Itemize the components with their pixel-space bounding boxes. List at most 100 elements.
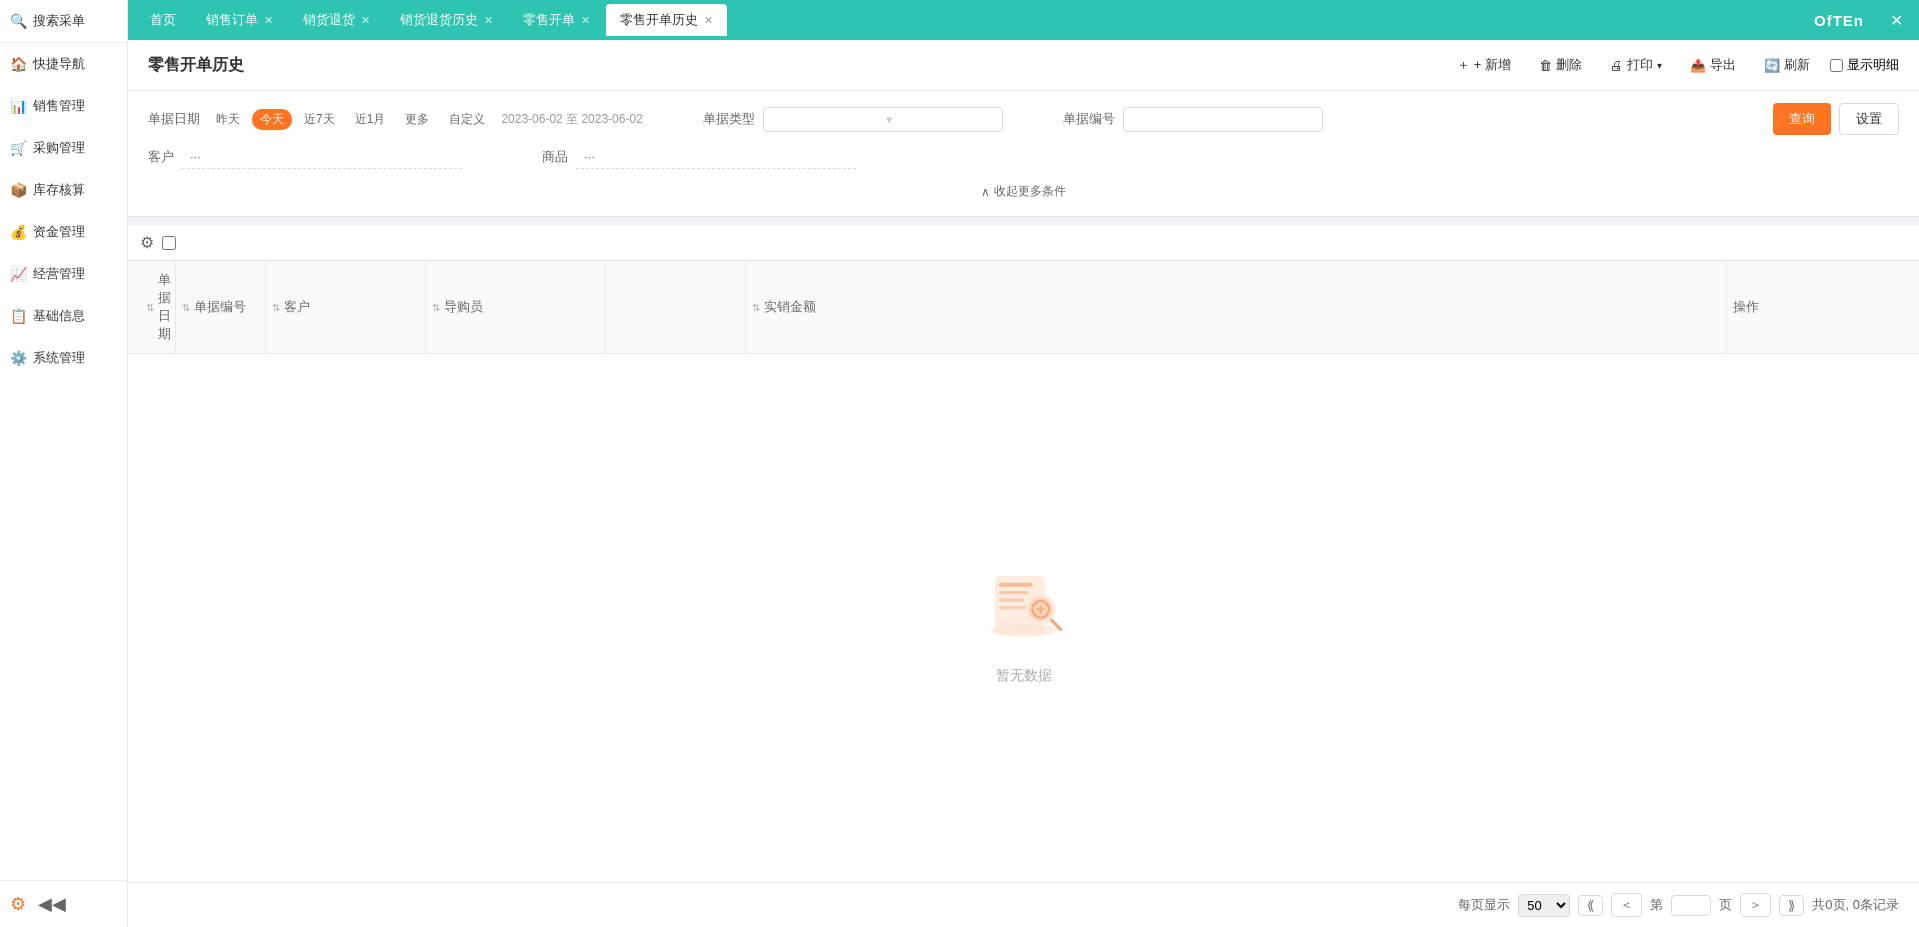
home-icon: 🏠 [10,56,27,72]
refresh-label: 刷新 [1784,56,1810,74]
total-records: 共0页, 0条记录 [1812,896,1899,914]
delete-icon: 🗑 [1539,58,1552,73]
sort-icon-date[interactable]: ⇅ [146,302,154,313]
tab-retail-open-close[interactable]: ✕ [581,14,590,27]
toolbar: ＋ + 新增 🗑 删除 🖨 打印 ▾ 📤 导出 🔄 [1449,52,1899,78]
sidebar-item-label: 快捷导航 [33,55,85,73]
sidebar-item-inventory[interactable]: 📦 库存核算 [0,169,127,211]
add-button[interactable]: ＋ + 新增 [1449,52,1519,78]
pagination: 每页显示 50 100 200 ⟪ ＜ 第 1 页 ＞ ⟫ 共0页, 0条记录 [128,882,1919,927]
last-page-button[interactable]: ⟫ [1779,895,1804,916]
sort-icon-salesperson[interactable]: ⇅ [432,302,440,313]
add-label: + 新增 [1474,56,1511,74]
display-detail-input[interactable] [1830,59,1843,72]
filter-date: 单据日期 昨天 今天 近7天 近1月 更多 自定义 2023-06-02 至 2… [148,109,643,130]
tab-sales-return-close[interactable]: ✕ [361,14,370,27]
th-amount: ⇅ 实销金额 [746,261,1727,353]
svg-rect-4 [999,599,1024,602]
date-btn-custom[interactable]: 自定义 [441,109,493,130]
th-salesperson: ⇅ 导购员 [426,261,606,353]
print-button[interactable]: 🖨 打印 ▾ [1602,52,1670,78]
date-btn-7days[interactable]: 近7天 [296,109,343,130]
query-button[interactable]: 查询 [1773,103,1831,135]
print-dropdown-icon: ▾ [1657,60,1662,71]
tab-retail-open-label: 零售开单 [523,11,575,29]
tab-sales-return[interactable]: 销货退货 ✕ [289,4,384,36]
collapse-sidebar-icon[interactable]: ◀◀ [38,893,66,915]
filter-number: 单据编号 [1063,107,1323,132]
next-page-button[interactable]: ＞ [1740,893,1771,917]
sidebar-item-finance[interactable]: 💰 资金管理 [0,211,127,253]
export-icon: 📤 [1690,58,1706,73]
operations-icon: 📈 [10,266,27,282]
sidebar-bottom: ⚙ ◀◀ [0,880,127,927]
page-number-input[interactable]: 1 [1671,895,1711,916]
th-action: 操作 [1727,261,1827,353]
sidebar-item-label: 销售管理 [33,97,85,115]
sidebar-item-sales-mgmt[interactable]: 📊 销售管理 [0,85,127,127]
display-detail-checkbox[interactable]: 显示明细 [1830,56,1899,74]
empty-state: 暂无数据 [128,354,1919,882]
customer-input[interactable] [182,145,462,169]
settings-button[interactable]: 设置 [1839,103,1899,135]
tab-sales-order[interactable]: 销售订单 ✕ [192,4,287,36]
sidebar-item-system-mgmt[interactable]: ⚙️ 系统管理 [0,337,127,379]
brand-label: OfTEn [1804,12,1874,29]
prev-page-button[interactable]: ＜ [1611,893,1642,917]
date-btn-1month[interactable]: 近1月 [347,109,394,130]
export-label: 导出 [1710,56,1736,74]
tab-home[interactable]: 首页 [136,4,190,36]
page-label: 第 [1650,896,1663,914]
sidebar-item-base-info[interactable]: 📋 基础信息 [0,295,127,337]
per-page-select[interactable]: 50 100 200 [1518,894,1570,917]
sidebar-item-label: 基础信息 [33,307,85,325]
filter-row-2: 客户 商品 [148,145,1899,169]
sort-icon-customer[interactable]: ⇅ [272,302,280,313]
tab-retail-open-history-close[interactable]: ✕ [704,14,713,27]
sidebar-item-operations[interactable]: 📈 经营管理 [0,253,127,295]
date-btn-yesterday[interactable]: 昨天 [208,109,248,130]
tab-retail-open-history-label: 零售开单历史 [620,11,698,29]
table-settings-icon[interactable]: ⚙ [140,233,154,252]
tab-sales-return-history[interactable]: 销货退货历史 ✕ [386,4,507,36]
export-button[interactable]: 📤 导出 [1682,52,1744,78]
sort-icon-number[interactable]: ⇅ [182,302,190,313]
filter-type: 单据类型 ▾ [703,107,1003,132]
cart-icon: 🛒 [10,140,27,156]
collapse-label: 收起更多条件 [994,183,1066,200]
collapse-button[interactable]: ∧ 收起更多条件 [969,179,1078,204]
date-btn-today[interactable]: 今天 [252,109,292,130]
sidebar-item-quick-nav[interactable]: 🏠 快捷导航 [0,43,127,85]
delete-button[interactable]: 🗑 删除 [1531,52,1590,78]
page-label-2: 页 [1719,896,1732,914]
customer-filter-label: 客户 [148,148,174,166]
search-icon: 🔍 [10,13,27,29]
type-filter-label: 单据类型 [703,110,755,128]
filter-area: 单据日期 昨天 今天 近7天 近1月 更多 自定义 2023-06-02 至 2… [128,91,1919,217]
sidebar-item-label: 资金管理 [33,223,85,241]
tab-sales-order-label: 销售订单 [206,11,258,29]
top-nav-right: OfTEn ✕ [1804,11,1911,30]
first-page-button[interactable]: ⟪ [1578,895,1603,916]
number-input[interactable] [1123,107,1323,132]
type-select[interactable]: ▾ [763,107,1003,132]
tab-sales-return-history-close[interactable]: ✕ [484,14,493,27]
window-close-button[interactable]: ✕ [1882,11,1911,30]
date-filter-label: 单据日期 [148,110,200,128]
select-all-checkbox[interactable] [162,236,176,250]
gear-icon: ⚙️ [10,350,27,366]
tab-retail-open[interactable]: 零售开单 ✕ [509,4,604,36]
sort-icon-amount[interactable]: ⇅ [752,302,760,313]
refresh-button[interactable]: 🔄 刷新 [1756,52,1818,78]
tab-sales-order-close[interactable]: ✕ [264,14,273,27]
filter-row-1: 单据日期 昨天 今天 近7天 近1月 更多 自定义 2023-06-02 至 2… [148,103,1899,135]
delete-label: 删除 [1556,56,1582,74]
sidebar-search[interactable]: 🔍 搜索采单 [0,0,127,43]
date-btn-more[interactable]: 更多 [397,109,437,130]
settings-icon[interactable]: ⚙ [10,893,26,915]
sidebar-item-purchase-mgmt[interactable]: 🛒 采购管理 [0,127,127,169]
tab-sales-return-label: 销货退货 [303,11,355,29]
goods-input[interactable] [576,145,856,169]
tab-retail-open-history[interactable]: 零售开单历史 ✕ [606,4,727,36]
date-buttons: 昨天 今天 近7天 近1月 更多 自定义 [208,109,493,130]
